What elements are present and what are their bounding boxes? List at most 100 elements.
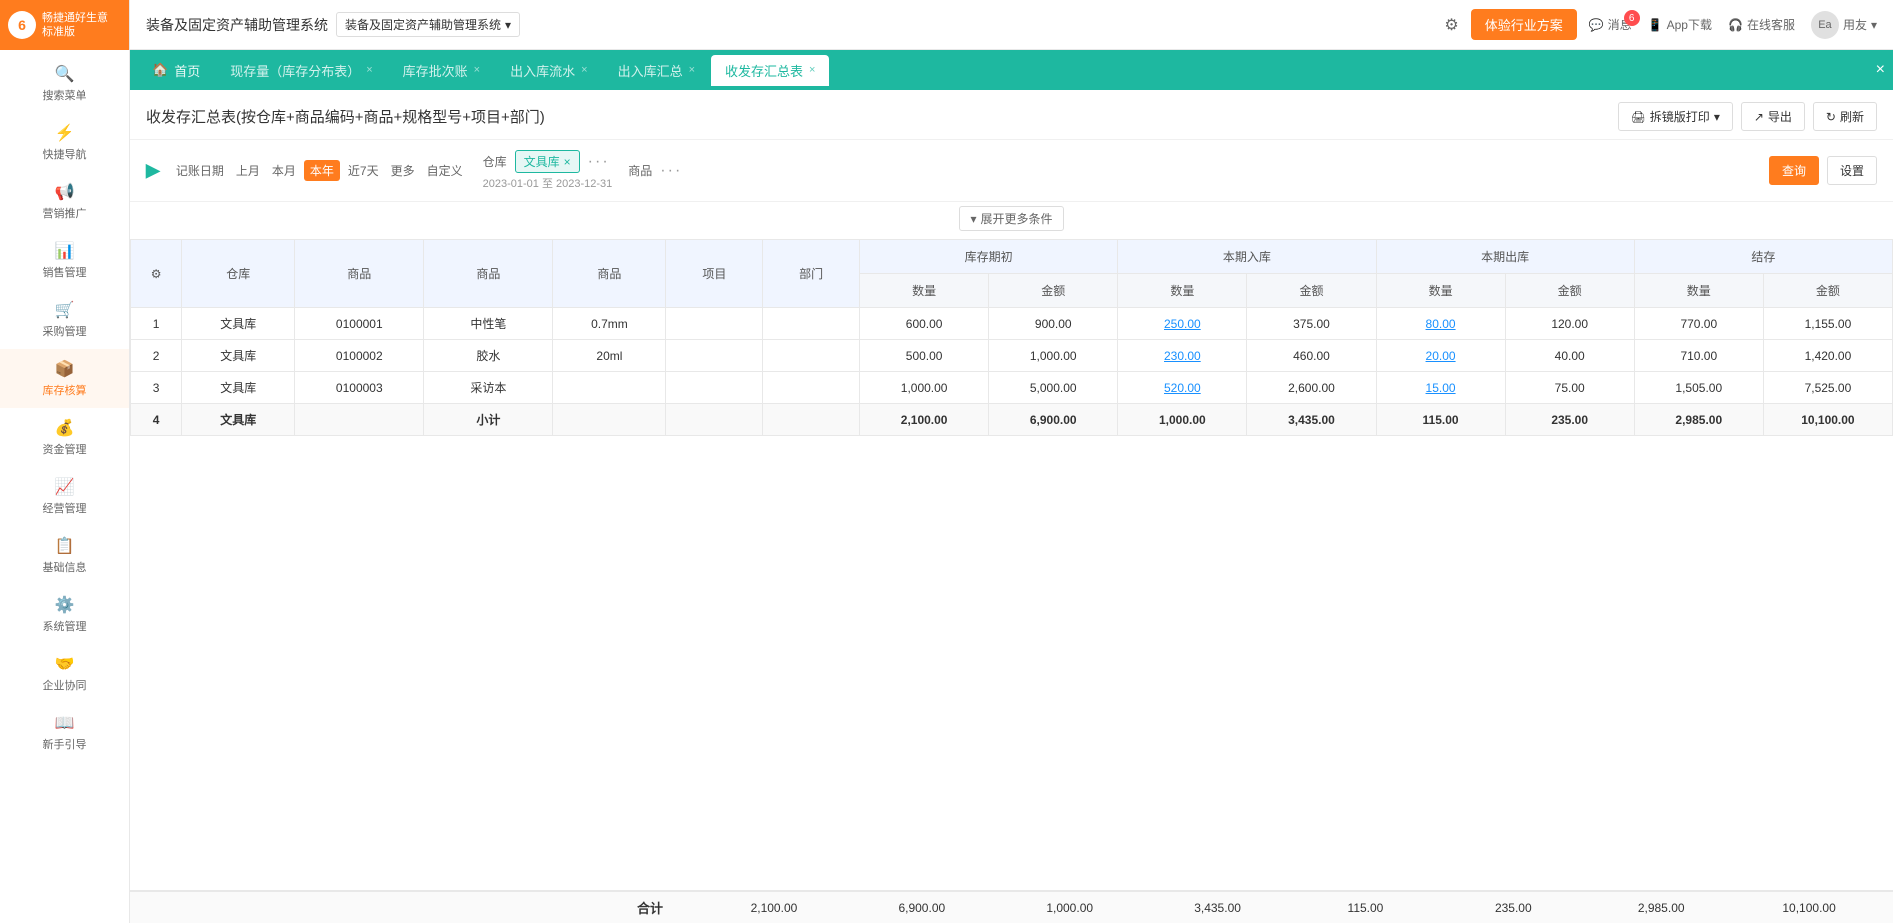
cell-in-qty: 1,000.00 <box>1118 404 1247 436</box>
cell-code: 0100002 <box>295 340 424 372</box>
tab-close-icon[interactable]: × <box>474 64 480 76</box>
date-option-this-year[interactable]: 本年 <box>304 160 340 181</box>
footer-total-label: 合计 <box>600 898 700 917</box>
user-action[interactable]: Ea 用友 ▾ <box>1811 11 1877 39</box>
topbar-title: 装备及固定资产辅助管理系统 装备及固定资产辅助管理系统 ▾ <box>146 12 1432 37</box>
cell-in-qty[interactable]: 520.00 <box>1118 372 1247 404</box>
in-qty-link[interactable]: 520.00 <box>1164 381 1201 395</box>
export-icon: ↗ <box>1754 110 1764 124</box>
in-qty-link: 1,000.00 <box>1159 413 1206 427</box>
sidebar-item-label: 营销推广 <box>43 205 87 221</box>
warehouse-label: 仓库 <box>483 153 507 170</box>
date-option-more[interactable]: 更多 <box>387 160 419 181</box>
cell-in-amt: 460.00 <box>1247 340 1376 372</box>
tab-home[interactable]: 🏠 首页 <box>138 55 214 86</box>
table-row: 2 文具库 0100002 胶水 20ml 500.00 1,000.00 23… <box>131 340 1893 372</box>
out-qty-link[interactable]: 15.00 <box>1426 381 1456 395</box>
cell-bal-qty: 1,505.00 <box>1634 372 1763 404</box>
date-label: 记账日期 <box>176 162 224 179</box>
tab-in-out-summary[interactable]: 出入库汇总 × <box>604 55 709 86</box>
out-qty-link[interactable]: 20.00 <box>1426 349 1456 363</box>
cell-open-amt: 6,900.00 <box>989 404 1118 436</box>
cell-open-qty: 2,100.00 <box>860 404 989 436</box>
sidebar-item-quick-nav[interactable]: ⚡ 快捷导航 <box>0 113 129 172</box>
refresh-button[interactable]: ↻ 刷新 <box>1813 102 1877 131</box>
sidebar-item-operations[interactable]: 📈 经营管理 <box>0 467 129 526</box>
cell-project <box>666 308 763 340</box>
system-dropdown[interactable]: 装备及固定资产辅助管理系统 ▾ <box>336 12 520 37</box>
date-range-text: 2023-01-01 至 2023-12-31 <box>483 175 613 191</box>
system-title-text: 装备及固定资产辅助管理系统 <box>146 15 328 35</box>
tab-close-icon[interactable]: × <box>809 64 815 76</box>
warehouse-tag-close[interactable]: × <box>564 155 571 169</box>
cell-no: 3 <box>131 372 182 404</box>
print-button[interactable]: 🖨 拆镜版打印 ▾ <box>1618 102 1733 131</box>
th-project: 项目 <box>666 240 763 308</box>
date-option-last-month[interactable]: 上月 <box>232 160 264 181</box>
cell-out-qty[interactable]: 15.00 <box>1376 372 1505 404</box>
cell-out-qty: 115.00 <box>1376 404 1505 436</box>
avatar: Ea <box>1811 11 1839 39</box>
sidebar-item-label: 基础信息 <box>43 559 87 575</box>
goods-dots[interactable]: ··· <box>660 162 682 180</box>
cell-bal-qty: 2,985.00 <box>1634 404 1763 436</box>
tab-in-out-flow[interactable]: 出入库流水 × <box>496 55 601 86</box>
footer-in-qty: 1,000.00 <box>996 901 1144 915</box>
cell-in-qty[interactable]: 250.00 <box>1118 308 1247 340</box>
cell-product: 采访本 <box>424 372 553 404</box>
cell-open-amt: 1,000.00 <box>989 340 1118 372</box>
app-download-icon: 📱 <box>1648 18 1663 32</box>
in-qty-link[interactable]: 250.00 <box>1164 317 1201 331</box>
sidebar-item-label: 新手引导 <box>43 736 87 752</box>
warehouse-filter-group: 仓库 文具库 × ··· <box>483 150 613 173</box>
cell-out-qty[interactable]: 20.00 <box>1376 340 1505 372</box>
in-qty-link[interactable]: 230.00 <box>1164 349 1201 363</box>
sidebar-item-cooperation[interactable]: 🤝 企业协同 <box>0 644 129 703</box>
th-in-amt: 金额 <box>1247 274 1376 308</box>
tab-receipt-summary[interactable]: 收发存汇总表 × <box>711 55 829 86</box>
settings-gear-icon[interactable]: ⚙ <box>1444 15 1458 35</box>
warehouse-dots[interactable]: ··· <box>588 153 610 171</box>
logo-icon: 6 <box>8 11 36 39</box>
sidebar-item-finance[interactable]: 💰 资金管理 <box>0 408 129 467</box>
sidebar-item-inventory[interactable]: 📦 库存核算 <box>0 349 129 408</box>
footer-bal-amt: 10,100.00 <box>1735 901 1883 915</box>
sidebar-item-base-info[interactable]: 📋 基础信息 <box>0 526 129 585</box>
out-qty-link[interactable]: 80.00 <box>1426 317 1456 331</box>
cell-project <box>666 340 763 372</box>
table-footer: 合计 2,100.00 6,900.00 1,000.00 3,435.00 1… <box>130 890 1893 923</box>
sidebar-item-purchase[interactable]: 🛒 采购管理 <box>0 290 129 349</box>
th-settings[interactable]: ⚙ <box>131 240 182 308</box>
sidebar-item-marketing[interactable]: 📢 营销推广 <box>0 172 129 231</box>
settings-button[interactable]: 设置 <box>1827 156 1877 185</box>
tab-batch-account[interactable]: 库存批次账 × <box>389 55 494 86</box>
tab-close-icon[interactable]: × <box>689 64 695 76</box>
date-option-7days[interactable]: 近7天 <box>344 160 383 181</box>
tab-close-icon[interactable]: × <box>581 64 587 76</box>
sidebar-item-guide[interactable]: 📖 新手引导 <box>0 703 129 762</box>
filter-toggle-icon[interactable]: ▶ <box>146 160 160 181</box>
sidebar-item-system[interactable]: ⚙️ 系统管理 <box>0 585 129 644</box>
export-button[interactable]: ↗ 导出 <box>1741 102 1805 131</box>
sidebar-item-sales[interactable]: 📊 销售管理 <box>0 231 129 290</box>
date-option-this-month[interactable]: 本月 <box>268 160 300 181</box>
message-action[interactable]: 💬 消息 6 <box>1589 16 1632 33</box>
th-out-qty: 数量 <box>1376 274 1505 308</box>
message-badge: 6 <box>1624 10 1640 26</box>
th-out-stock: 本期出库 <box>1376 240 1634 274</box>
cell-out-qty[interactable]: 80.00 <box>1376 308 1505 340</box>
app-download-action[interactable]: 📱 App下载 <box>1648 16 1712 33</box>
expand-more-button[interactable]: ▾ 展开更多条件 <box>959 206 1063 231</box>
th-in-qty: 数量 <box>1118 274 1247 308</box>
sidebar-item-label: 资金管理 <box>43 441 87 457</box>
experience-button[interactable]: 体验行业方案 <box>1471 9 1577 40</box>
close-all-tabs-button[interactable]: × <box>1876 61 1885 79</box>
tab-close-icon[interactable]: × <box>366 64 372 76</box>
avatar-text: Ea <box>1818 19 1831 31</box>
query-button[interactable]: 查询 <box>1769 156 1819 185</box>
date-option-custom[interactable]: 自定义 <box>423 160 467 181</box>
online-service-action[interactable]: 🎧 在线客服 <box>1728 16 1795 33</box>
sidebar-item-search[interactable]: 🔍 搜索菜单 <box>0 54 129 113</box>
tab-stock-dist[interactable]: 现存量（库存分布表） × <box>216 55 386 86</box>
cell-in-qty[interactable]: 230.00 <box>1118 340 1247 372</box>
